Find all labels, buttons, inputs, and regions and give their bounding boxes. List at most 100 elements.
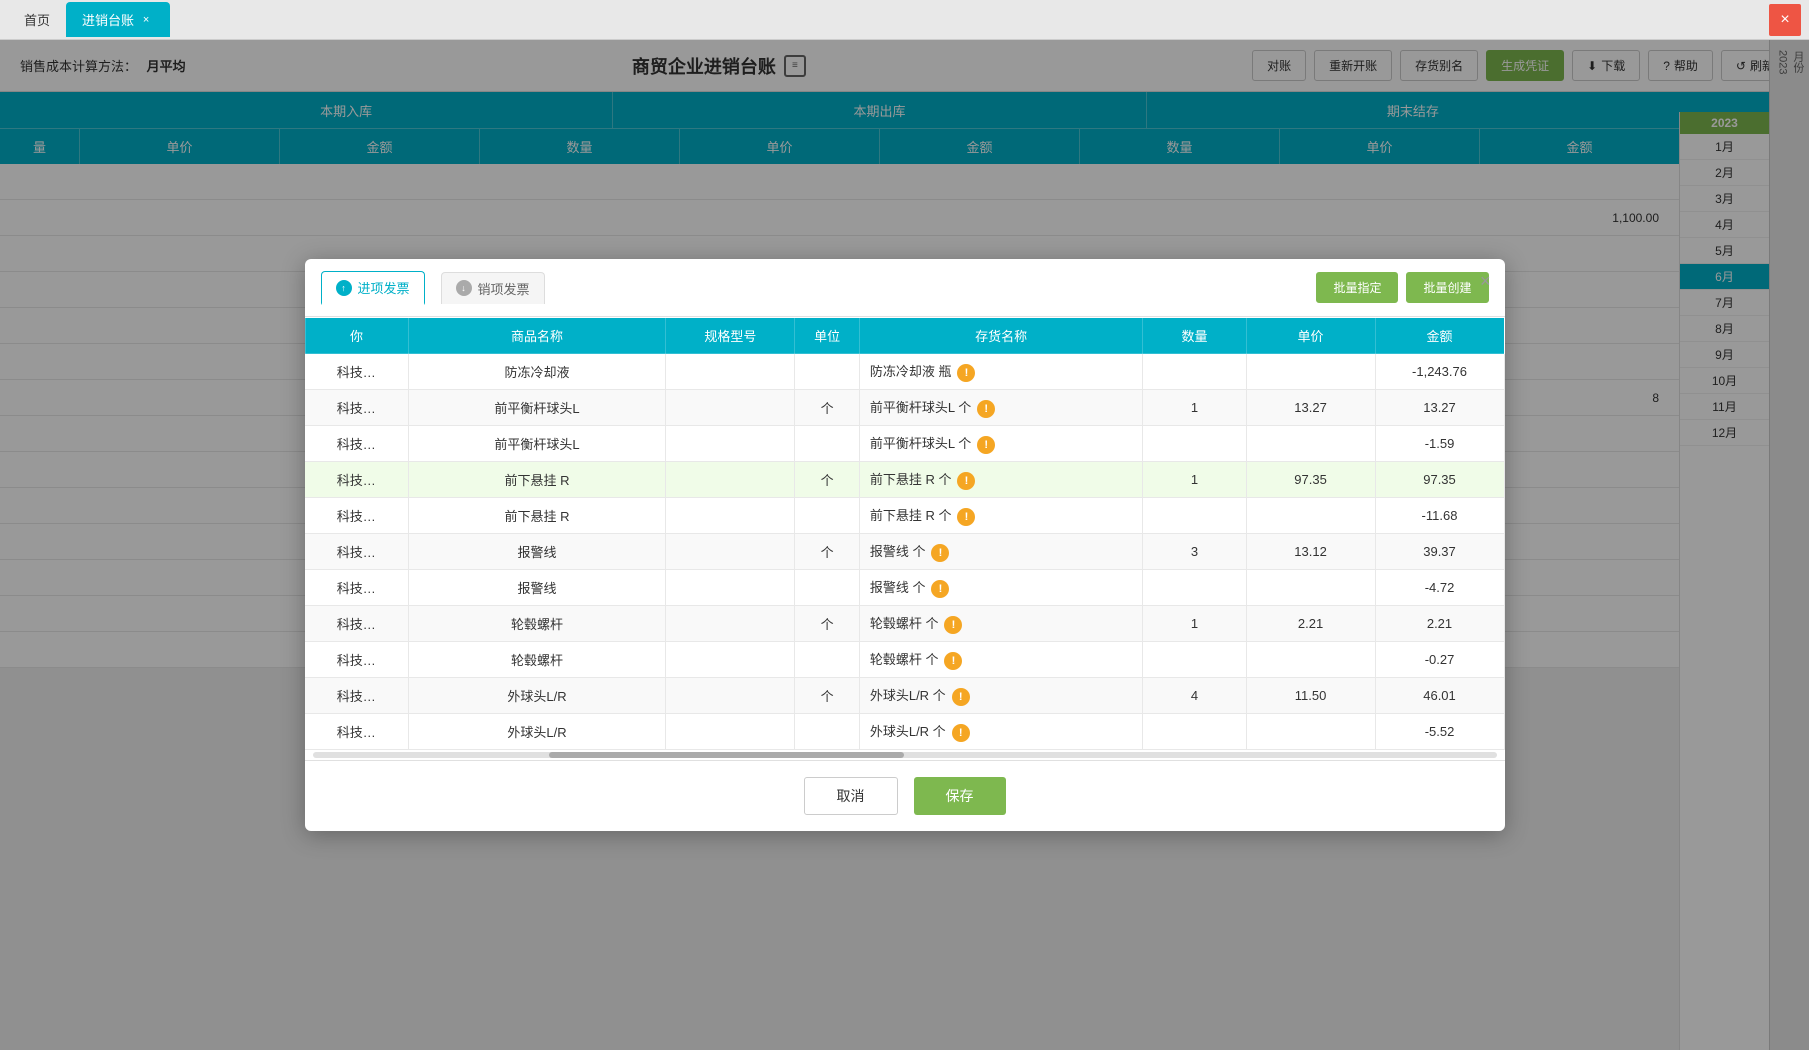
cell-unit [795, 354, 859, 390]
cell-spec [666, 462, 795, 498]
batch-assign-button[interactable]: 批量指定 [1316, 272, 1398, 303]
cell-quantity: 1 [1143, 462, 1246, 498]
horizontal-scrollbar[interactable] [313, 752, 1497, 758]
cell-unit: 个 [795, 462, 859, 498]
col-header-unit-price: 单价 [1246, 318, 1375, 354]
cell-unit: 个 [795, 390, 859, 426]
cell-product-name: 前平衡杆球头L [408, 390, 666, 426]
table-row: 科技…前下悬挂 R个前下悬挂 R 个!197.3597.35 [305, 462, 1504, 498]
cell-unit-price: 11.50 [1246, 678, 1375, 714]
tab-ledger[interactable]: 进销台账 × [66, 2, 170, 37]
cell-company: 科技… [305, 462, 408, 498]
cell-inventory-name: 报警线 个! [859, 534, 1143, 570]
cell-unit-price [1246, 498, 1375, 534]
purchase-tab-icon: ↑ [336, 280, 352, 296]
cell-spec [666, 678, 795, 714]
cell-quantity [1143, 642, 1246, 678]
table-row: 科技…报警线个报警线 个!313.1239.37 [305, 534, 1504, 570]
cell-amount: -5.52 [1375, 714, 1504, 750]
warning-icon[interactable]: ! [931, 544, 949, 562]
cell-spec [666, 642, 795, 678]
warning-icon[interactable]: ! [957, 472, 975, 490]
cell-inventory-name: 外球头L/R 个! [859, 714, 1143, 750]
cell-unit: 个 [795, 678, 859, 714]
cell-quantity [1143, 354, 1246, 390]
cancel-button[interactable]: 取消 [804, 777, 898, 815]
cell-quantity [1143, 426, 1246, 462]
cell-company: 科技… [305, 606, 408, 642]
cell-unit-price [1246, 570, 1375, 606]
modal-overlay: ↑ 进项发票 ↓ 销项发票 批量指定 批量创建 × 你 [0, 40, 1809, 1050]
cell-unit-price [1246, 642, 1375, 678]
warning-icon[interactable]: ! [944, 652, 962, 670]
cell-spec [666, 606, 795, 642]
sales-tab-icon: ↓ [456, 280, 472, 296]
invoice-table: 你 商品名称 规格型号 单位 存货名称 数量 单价 金额 科技…防冻冷却液防冻冷… [305, 317, 1505, 750]
tab-home[interactable]: 首页 [8, 2, 66, 37]
cell-spec [666, 354, 795, 390]
modal-footer: 取消 保存 [305, 760, 1505, 831]
cell-inventory-name: 前下悬挂 R 个! [859, 498, 1143, 534]
cell-amount: -0.27 [1375, 642, 1504, 678]
table-row: 科技…前平衡杆球头L个前平衡杆球头L 个!113.2713.27 [305, 390, 1504, 426]
modal-header-buttons: 批量指定 批量创建 [1316, 272, 1488, 303]
cell-product-name: 外球头L/R [408, 678, 666, 714]
cell-spec [666, 534, 795, 570]
cell-amount: -1.59 [1375, 426, 1504, 462]
cell-unit-price: 13.27 [1246, 390, 1375, 426]
cell-inventory-name: 前下悬挂 R 个! [859, 462, 1143, 498]
modal-header: ↑ 进项发票 ↓ 销项发票 批量指定 批量创建 × [305, 259, 1505, 317]
tab-purchase-invoice[interactable]: ↑ 进项发票 [321, 271, 425, 305]
cell-product-name: 外球头L/R [408, 714, 666, 750]
cell-spec [666, 390, 795, 426]
modal-close-button[interactable]: × [1480, 271, 1491, 292]
cell-company: 科技… [305, 714, 408, 750]
cell-unit-price [1246, 714, 1375, 750]
tab-sales-invoice[interactable]: ↓ 销项发票 [441, 272, 545, 304]
cell-product-name: 报警线 [408, 534, 666, 570]
tab-close-icon[interactable]: × [138, 12, 154, 28]
col-header-amount: 金额 [1375, 318, 1504, 354]
col-header-inventory-name: 存货名称 [859, 318, 1143, 354]
modal-table-wrapper: 你 商品名称 规格型号 单位 存货名称 数量 单价 金额 科技…防冻冷却液防冻冷… [305, 317, 1505, 760]
modal-dialog: ↑ 进项发票 ↓ 销项发票 批量指定 批量创建 × 你 [305, 259, 1505, 831]
cell-unit-price: 97.35 [1246, 462, 1375, 498]
cell-inventory-name: 外球头L/R 个! [859, 678, 1143, 714]
warning-icon[interactable]: ! [977, 436, 995, 454]
cell-amount: -4.72 [1375, 570, 1504, 606]
warning-icon[interactable]: ! [977, 400, 995, 418]
tab-bar: 首页 进销台账 × × [0, 0, 1809, 40]
cell-product-name: 轮毂螺杆 [408, 606, 666, 642]
warning-icon[interactable]: ! [957, 508, 975, 526]
warning-icon[interactable]: ! [952, 688, 970, 706]
warning-icon[interactable]: ! [931, 580, 949, 598]
cell-spec [666, 498, 795, 534]
table-row: 科技…报警线报警线 个!-4.72 [305, 570, 1504, 606]
cell-unit: 个 [795, 606, 859, 642]
cell-company: 科技… [305, 390, 408, 426]
cell-unit-price [1246, 354, 1375, 390]
warning-icon[interactable]: ! [957, 364, 975, 382]
cell-inventory-name: 轮毂螺杆 个! [859, 642, 1143, 678]
scrollbar-thumb[interactable] [549, 752, 904, 758]
cell-product-name: 防冻冷却液 [408, 354, 666, 390]
table-row: 科技…轮毂螺杆 轮毂螺杆 个! -0.27 [305, 642, 1504, 678]
cell-amount: 39.37 [1375, 534, 1504, 570]
col-header-quantity: 数量 [1143, 318, 1246, 354]
table-row: 科技…外球头L/R 外球头L/R 个! -5.52 [305, 714, 1504, 750]
cell-quantity [1143, 714, 1246, 750]
window-close-button[interactable]: × [1769, 4, 1801, 36]
cell-spec [666, 426, 795, 462]
cell-quantity [1143, 498, 1246, 534]
table-row: 科技…防冻冷却液防冻冷却液 瓶!-1,243.76 [305, 354, 1504, 390]
cell-product-name: 轮毂螺杆 [408, 642, 666, 678]
cell-company: 科技… [305, 642, 408, 678]
cell-company: 科技… [305, 426, 408, 462]
cell-unit: 个 [795, 534, 859, 570]
cell-amount: -1,243.76 [1375, 354, 1504, 390]
batch-create-button[interactable]: 批量创建 [1406, 272, 1488, 303]
save-button[interactable]: 保存 [914, 777, 1006, 815]
cell-spec [666, 570, 795, 606]
warning-icon[interactable]: ! [944, 616, 962, 634]
warning-icon[interactable]: ! [952, 724, 970, 742]
